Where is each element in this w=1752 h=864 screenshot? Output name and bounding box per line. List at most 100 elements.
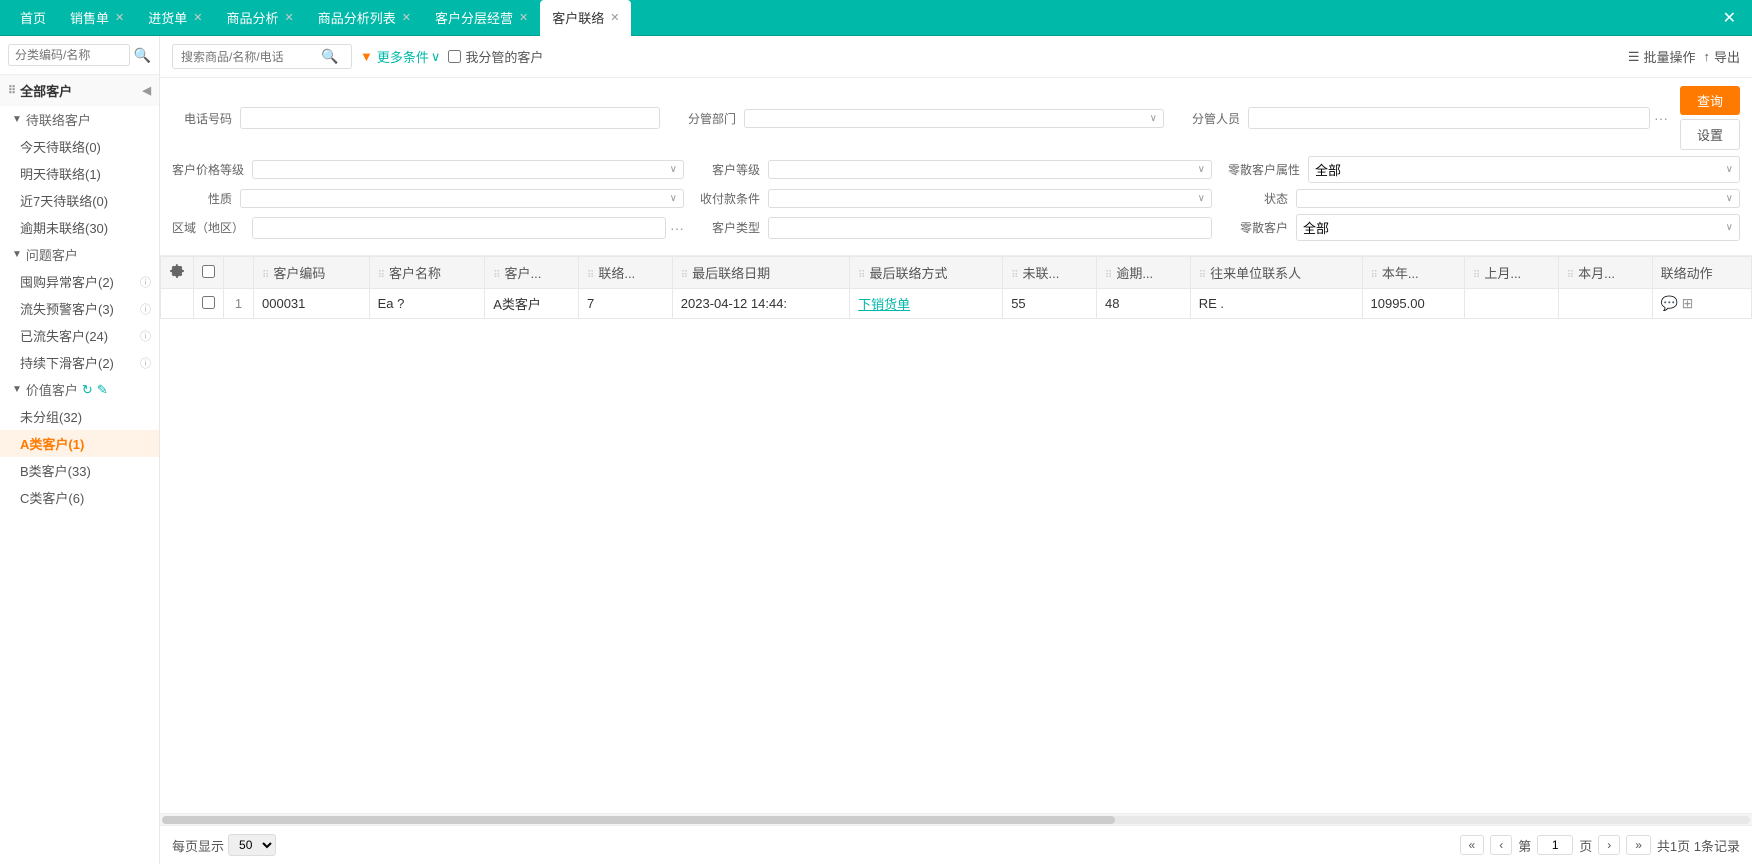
edit-icon[interactable]: ✎ bbox=[97, 382, 108, 398]
scrollbar-track[interactable] bbox=[162, 816, 1750, 824]
search-input[interactable] bbox=[181, 50, 321, 64]
col-overdue[interactable]: ⠿逾期... bbox=[1096, 257, 1190, 289]
query-button[interactable]: 查询 bbox=[1680, 86, 1740, 115]
col-checkbox[interactable] bbox=[194, 257, 224, 289]
sidebar-item-unclassified[interactable]: 未分组(32) bbox=[0, 403, 159, 430]
more-filters-button[interactable]: ▼ 更多条件 ∨ bbox=[360, 47, 440, 66]
input-region[interactable] bbox=[252, 217, 666, 239]
refresh-icon[interactable]: ↻ bbox=[82, 382, 93, 398]
cell-settings bbox=[161, 289, 194, 319]
horizontal-scrollbar[interactable] bbox=[160, 813, 1752, 825]
page-size-select[interactable]: 50 bbox=[228, 834, 276, 856]
sidebar-collapse-btn[interactable]: ◀ bbox=[143, 84, 151, 97]
input-phone[interactable] bbox=[240, 107, 660, 129]
sidebar-group-pending[interactable]: ▼ 待联络客户 bbox=[0, 106, 159, 133]
col-no-contact[interactable]: ⠿未联... bbox=[1003, 257, 1097, 289]
search-wrap: 🔍 bbox=[172, 44, 352, 69]
col-last-contact-method[interactable]: ⠿最后联络方式 bbox=[850, 257, 1003, 289]
close-tab-0[interactable]: ✕ bbox=[115, 11, 124, 24]
nav-tab-analysis[interactable]: 商品分析 ✕ bbox=[214, 0, 305, 36]
sidebar-item-tomorrow[interactable]: 明天待联络(1) bbox=[0, 160, 159, 187]
select-price-level[interactable]: ∨ bbox=[252, 160, 684, 179]
select-retail[interactable]: 全部 ∨ bbox=[1296, 214, 1740, 241]
col-num bbox=[224, 257, 254, 289]
close-tab-3[interactable]: ✕ bbox=[402, 11, 411, 24]
info-icon-0: ⓘ bbox=[140, 274, 151, 290]
sidebar-item-declining[interactable]: 持续下滑客户(2) ⓘ bbox=[0, 349, 159, 376]
sidebar-item-class-b[interactable]: B类客户(33) bbox=[0, 457, 159, 484]
settings-button[interactable]: 设置 bbox=[1680, 119, 1740, 150]
scrollbar-thumb[interactable] bbox=[162, 816, 1115, 824]
col-settings[interactable] bbox=[161, 257, 194, 289]
my-customers-checkbox[interactable] bbox=[448, 50, 461, 63]
col-level[interactable]: ⠿客户... bbox=[485, 257, 579, 289]
close-tab-2[interactable]: ✕ bbox=[285, 11, 294, 24]
col-contact[interactable]: ⠿联络... bbox=[579, 257, 673, 289]
select-dept[interactable]: ∨ bbox=[744, 109, 1164, 128]
chart-icon[interactable]: ⊞ bbox=[1682, 295, 1694, 311]
col-this-month[interactable]: ⠿本月... bbox=[1558, 257, 1652, 289]
nav-home[interactable]: 首页 bbox=[8, 8, 58, 27]
prev-page-button[interactable]: ‹ bbox=[1490, 835, 1512, 855]
nav-tab-purchase[interactable]: 进货单 ✕ bbox=[136, 0, 214, 36]
chevron-down-icon: ∨ bbox=[1150, 113, 1157, 124]
input-customer-type[interactable] bbox=[768, 217, 1212, 239]
next-page-button[interactable]: › bbox=[1598, 835, 1620, 855]
info-icon-1: ⓘ bbox=[140, 301, 151, 317]
page-number-input[interactable] bbox=[1537, 835, 1573, 855]
cell-no-contact: 55 bbox=[1003, 289, 1097, 319]
select-retail-attr[interactable]: 全部 ∨ bbox=[1308, 156, 1740, 183]
sidebar-all-customers[interactable]: ⠿ 全部客户 ◀ bbox=[0, 75, 159, 106]
col-this-year[interactable]: ⠿本年... bbox=[1362, 257, 1465, 289]
sidebar-group-problem[interactable]: ▼ 问题客户 bbox=[0, 241, 159, 268]
input-manager[interactable] bbox=[1248, 107, 1650, 129]
sidebar-group-value[interactable]: ▼ 价值客户 ↻ ✎ bbox=[0, 376, 159, 403]
table-area: ⠿客户编码 ⠿客户名称 ⠿客户... ⠿联络... ⠿最后联络日期 ⠿最后联络方… bbox=[160, 256, 1752, 813]
row-checkbox[interactable] bbox=[202, 296, 215, 309]
sidebar-item-overdue[interactable]: 逾期未联络(30) bbox=[0, 214, 159, 241]
sidebar-search-button[interactable]: 🔍 bbox=[134, 47, 151, 64]
cell-checkbox[interactable] bbox=[194, 289, 224, 319]
page-size-label: 每页显示 bbox=[172, 836, 224, 855]
select-payment[interactable]: ∨ bbox=[768, 189, 1212, 208]
sidebar-search-input[interactable] bbox=[8, 44, 130, 66]
nav-tab-customer-contact[interactable]: 客户联络 ✕ bbox=[540, 0, 631, 36]
dots-icon-manager[interactable]: ··· bbox=[1654, 110, 1668, 126]
cell-last-method[interactable]: 下销货单 bbox=[850, 289, 1003, 319]
nav-tab-sales[interactable]: 销售单 ✕ bbox=[58, 0, 136, 36]
chevron-down-icon-7: ∨ bbox=[1726, 193, 1733, 204]
close-all-tabs[interactable]: ✕ bbox=[1715, 8, 1744, 28]
col-unit-contact[interactable]: ⠿往来单位联系人 bbox=[1190, 257, 1362, 289]
sidebar-item-class-a[interactable]: A类客户(1) bbox=[0, 430, 159, 457]
sidebar-item-churned[interactable]: 已流失客户(24) ⓘ bbox=[0, 322, 159, 349]
sidebar-item-today[interactable]: 今天待联络(0) bbox=[0, 133, 159, 160]
select-all-checkbox[interactable] bbox=[202, 265, 215, 278]
export-button[interactable]: ↑ 导出 bbox=[1703, 47, 1740, 66]
col-last-contact-date[interactable]: ⠿最后联络日期 bbox=[672, 257, 849, 289]
select-status[interactable]: ∨ bbox=[1296, 189, 1740, 208]
col-customer-name[interactable]: ⠿客户名称 bbox=[369, 257, 485, 289]
select-nature[interactable]: ∨ bbox=[240, 189, 684, 208]
link-last-method[interactable]: 下销货单 bbox=[858, 297, 910, 312]
sidebar-item-class-c[interactable]: C类客户(6) bbox=[0, 484, 159, 511]
first-page-button[interactable]: « bbox=[1460, 835, 1485, 855]
chat-icon[interactable]: 💬 bbox=[1661, 295, 1678, 311]
last-page-button[interactable]: » bbox=[1626, 835, 1651, 855]
dots-icon-region[interactable]: ··· bbox=[670, 220, 684, 236]
my-customers-checkbox-label[interactable]: 我分管的客户 bbox=[448, 47, 543, 66]
sidebar-item-hoarding[interactable]: 囤购异常客户(2) ⓘ bbox=[0, 268, 159, 295]
sidebar-item-churn-warning[interactable]: 流失预警客户(3) ⓘ bbox=[0, 295, 159, 322]
nav-tab-customer-mgmt[interactable]: 客户分层经营 ✕ bbox=[423, 0, 540, 36]
sidebar-item-7days[interactable]: 近7天待联络(0) bbox=[0, 187, 159, 214]
total-page-label: 页 bbox=[1579, 836, 1592, 855]
close-tab-1[interactable]: ✕ bbox=[193, 11, 202, 24]
batch-operations-button[interactable]: ☰ 批量操作 bbox=[1628, 47, 1696, 66]
close-tab-5[interactable]: ✕ bbox=[610, 11, 619, 24]
select-customer-level[interactable]: ∨ bbox=[768, 160, 1212, 179]
search-icon[interactable]: 🔍 bbox=[321, 48, 338, 65]
col-customer-code[interactable]: ⠿客户编码 bbox=[254, 257, 370, 289]
cell-overdue: 48 bbox=[1096, 289, 1190, 319]
close-tab-4[interactable]: ✕ bbox=[519, 11, 528, 24]
col-last-month[interactable]: ⠿上月... bbox=[1465, 257, 1559, 289]
nav-tab-analysis-list[interactable]: 商品分析列表 ✕ bbox=[306, 0, 423, 36]
